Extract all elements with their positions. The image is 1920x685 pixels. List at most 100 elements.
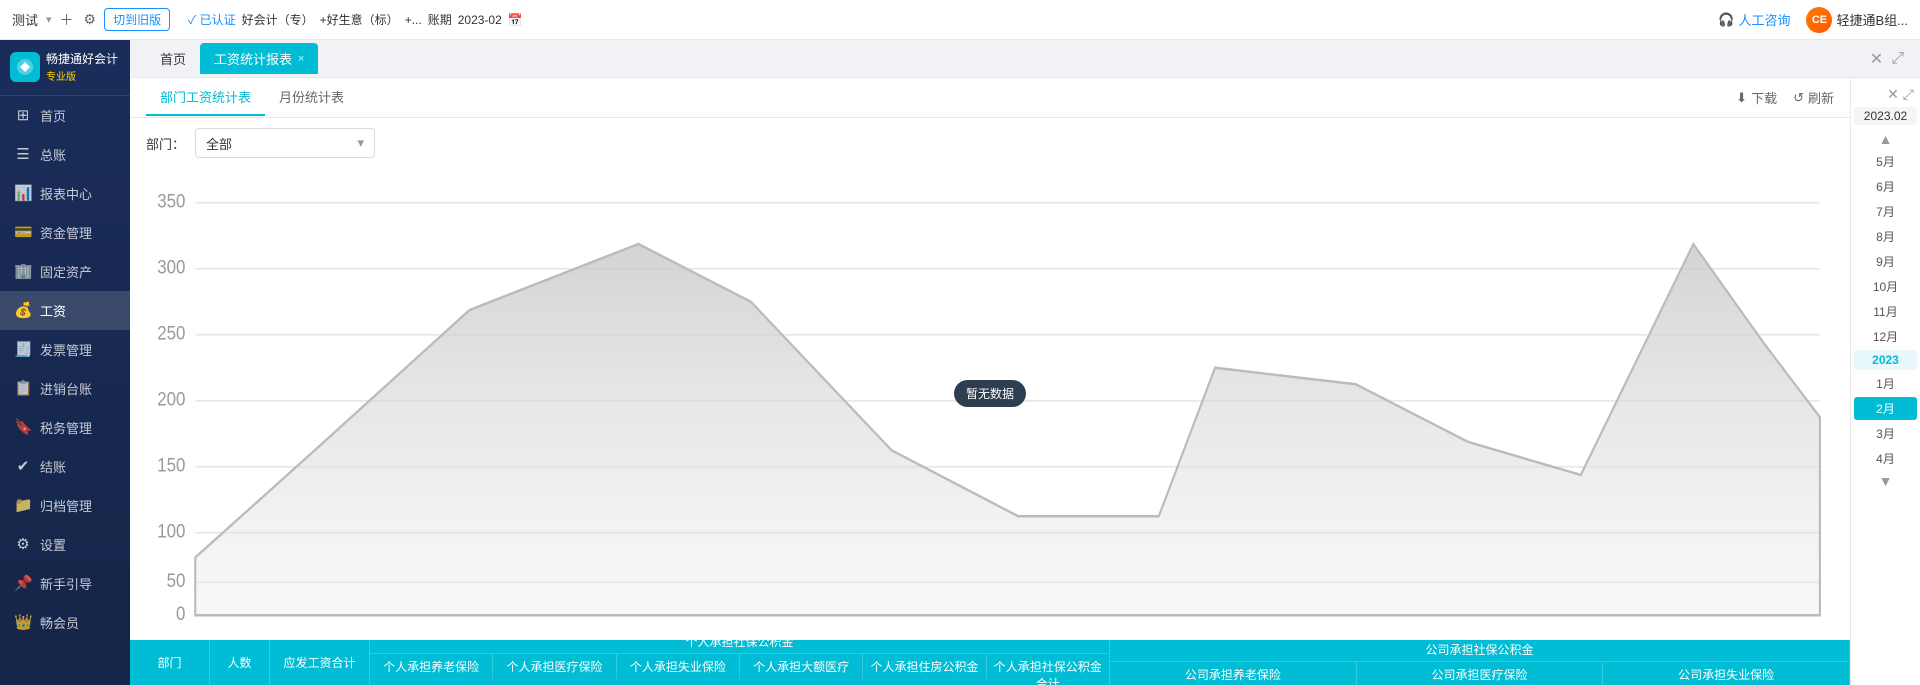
tabs-bar: 首页 工资统计报表 × ✕ ⤢ — [130, 40, 1920, 78]
department-select-value: 全部 — [206, 134, 232, 153]
month-tab-label: 月份统计表 — [279, 90, 344, 105]
sidebar-item-settlement[interactable]: ✔ 结账 — [0, 447, 130, 486]
sidebar-item-assets[interactable]: 🏢 固定资产 — [0, 252, 130, 291]
sidebar-item-funds[interactable]: 💳 资金管理 — [0, 213, 130, 252]
member-icon: 👑 — [14, 613, 32, 631]
chart-svg: 350 300 250 200 150 100 50 0 — [146, 178, 1834, 640]
chart-container: 350 300 250 200 150 100 50 0 — [130, 168, 1850, 640]
dept-tab-label: 部门工资统计表 — [160, 90, 251, 105]
content-area: 首页 工资统计报表 × ✕ ⤢ 部门工资统计表 — [130, 40, 1920, 685]
logo-badge: 专业版 — [46, 68, 118, 83]
top-header: 测试 ▾ ＋ ⚙ 切到旧版 ✓ 已认证 好会计（专） +好生意（标） +... … — [0, 0, 1920, 40]
svg-text:100: 100 — [157, 519, 185, 542]
sidebar-item-reports[interactable]: 📊 报表中心 — [0, 174, 130, 213]
department-select[interactable]: 全部 ▾ — [195, 128, 375, 158]
sidebar-label-salary: 工资 — [40, 301, 66, 320]
home-tab-label: 首页 — [160, 49, 186, 68]
col-group-individual: 个人承担社保公积金 个人承担养老保险 个人承担医疗保险 个人承担失业保险 个人承… — [370, 640, 1110, 685]
tag-more: +... — [405, 13, 422, 27]
sales-icon: 📋 — [14, 379, 32, 397]
sidebar-item-home[interactable]: ⊞ 首页 — [0, 96, 130, 135]
headset-icon: 🎧 — [1718, 12, 1734, 28]
sidebar-label-ledger: 总账 — [40, 145, 66, 164]
user-button[interactable]: CE 轻捷通B组... — [1806, 7, 1908, 33]
guide-icon: 📌 — [14, 574, 32, 592]
sub-tabs: 部门工资统计表 月份统计表 ⬇ 下载 ↺ 刷新 — [130, 78, 1850, 118]
sidebar-expand-icon[interactable]: ⤢ — [1903, 86, 1914, 103]
col-company-unemployment: 公司承担失业保险 — [1603, 662, 1850, 685]
tab-home[interactable]: 首页 — [146, 43, 200, 74]
sidebar-close-icon[interactable]: ✕ — [1887, 86, 1899, 103]
download-button[interactable]: ⬇ 下载 — [1736, 88, 1777, 107]
sidebar-item-sales[interactable]: 📋 进销台账 — [0, 369, 130, 408]
sidebar-item-settings[interactable]: ⚙ 设置 — [0, 525, 130, 564]
sidebar-item-member[interactable]: 👑 畅会员 — [0, 603, 130, 642]
col-company-pension: 公司承担养老保险 — [1110, 662, 1357, 685]
group-subs-company: 公司承担养老保险 公司承担医疗保险 公司承担失业保险 — [1110, 662, 1850, 685]
ledger-icon: ☰ — [14, 145, 32, 163]
settings2-icon: ⚙ — [14, 535, 32, 553]
filter-label: 部门： — [146, 134, 185, 153]
settings-icon[interactable]: ⚙ — [84, 11, 97, 28]
sub-tab-dept[interactable]: 部门工资统计表 — [146, 79, 265, 116]
group-header-individual: 个人承担社保公积金 — [370, 640, 1110, 654]
filter-row: 部门： 全部 ▾ — [130, 118, 1850, 168]
right-sidebar: ✕ ⤢ 2023.02 ▲ 5月 6月 7月 8月 9月 10月 11月 12月… — [1850, 78, 1920, 685]
col-count: 人数 — [210, 640, 270, 685]
switch-old-button[interactable]: 切到旧版 — [104, 8, 170, 31]
test-dropdown-icon[interactable]: ▾ — [46, 13, 52, 26]
month-7[interactable]: 7月 — [1854, 200, 1916, 223]
tab-salary-report[interactable]: 工资统计报表 × — [200, 43, 318, 74]
month-3[interactable]: 3月 — [1854, 422, 1916, 445]
tab-close-icon[interactable]: × — [298, 53, 304, 65]
sidebar-label-guide: 新手引导 — [40, 574, 92, 593]
sidebar-label-funds: 资金管理 — [40, 223, 92, 242]
month-12[interactable]: 12月 — [1854, 325, 1916, 348]
sidebar-label-settings: 设置 — [40, 535, 66, 554]
sidebar-item-tax[interactable]: 🔖 税务管理 — [0, 408, 130, 447]
refresh-icon: ↺ — [1793, 90, 1804, 106]
month-4[interactable]: 4月 — [1854, 447, 1916, 470]
tab-panel-expand-icon[interactable]: ⤢ — [1891, 50, 1904, 68]
tag-good2: +好生意（标） — [320, 11, 399, 28]
month-2[interactable]: 2月 — [1854, 397, 1916, 420]
period-label: 账期 — [428, 11, 452, 28]
sidebar-label-assets: 固定资产 — [40, 262, 92, 281]
col-group-company: 公司承担社保公积金 公司承担养老保险 公司承担医疗保险 公司承担失业保险 — [1110, 640, 1850, 685]
month-9[interactable]: 9月 — [1854, 250, 1916, 273]
sidebar-nav-up[interactable]: ▲ — [1879, 131, 1893, 147]
period-value: 2023-02 — [458, 13, 502, 27]
month-11[interactable]: 11月 — [1854, 300, 1916, 323]
year-2023[interactable]: 2023 — [1854, 350, 1916, 370]
sidebar-nav-down[interactable]: ▼ — [1879, 473, 1893, 489]
month-1[interactable]: 1月 — [1854, 372, 1916, 395]
user-name: 轻捷通B组... — [1836, 10, 1908, 29]
svg-text:300: 300 — [157, 255, 185, 278]
tab-panel-close-icon[interactable]: ✕ — [1870, 49, 1883, 69]
month-5[interactable]: 5月 — [1854, 150, 1916, 173]
month-8[interactable]: 8月 — [1854, 225, 1916, 248]
sidebar-item-archive[interactable]: 📁 归档管理 — [0, 486, 130, 525]
svg-text:150: 150 — [157, 453, 185, 476]
col-company-medical: 公司承担医疗保险 — [1357, 662, 1604, 685]
calendar-icon[interactable]: 📅 — [508, 13, 523, 27]
header-icons: ＋ ⚙ — [60, 10, 97, 30]
sidebar-item-guide[interactable]: 📌 新手引导 — [0, 564, 130, 603]
sidebar-item-ledger[interactable]: ☰ 总账 — [0, 135, 130, 174]
sidebar-item-salary[interactable]: 💰 工资 — [0, 291, 130, 330]
sub-tab-month[interactable]: 月份统计表 — [265, 79, 358, 116]
chart-tooltip: 暂无数据 — [954, 380, 1026, 407]
svg-text:0: 0 — [176, 602, 185, 625]
certified-tag: ✓ 已认证 — [188, 11, 236, 28]
service-button[interactable]: 🎧 人工咨询 — [1718, 10, 1790, 29]
sidebar-label-home: 首页 — [40, 106, 66, 125]
refresh-button[interactable]: ↺ 刷新 — [1793, 88, 1834, 107]
sidebar-close-row: ✕ ⤢ — [1851, 86, 1920, 107]
add-icon[interactable]: ＋ — [60, 10, 74, 30]
home-icon: ⊞ — [14, 106, 32, 124]
month-6[interactable]: 6月 — [1854, 175, 1916, 198]
salary-report-tab-label: 工资统计报表 — [214, 49, 292, 68]
month-10[interactable]: 10月 — [1854, 275, 1916, 298]
svg-text:250: 250 — [157, 321, 185, 344]
sidebar-item-invoice[interactable]: 🧾 发票管理 — [0, 330, 130, 369]
